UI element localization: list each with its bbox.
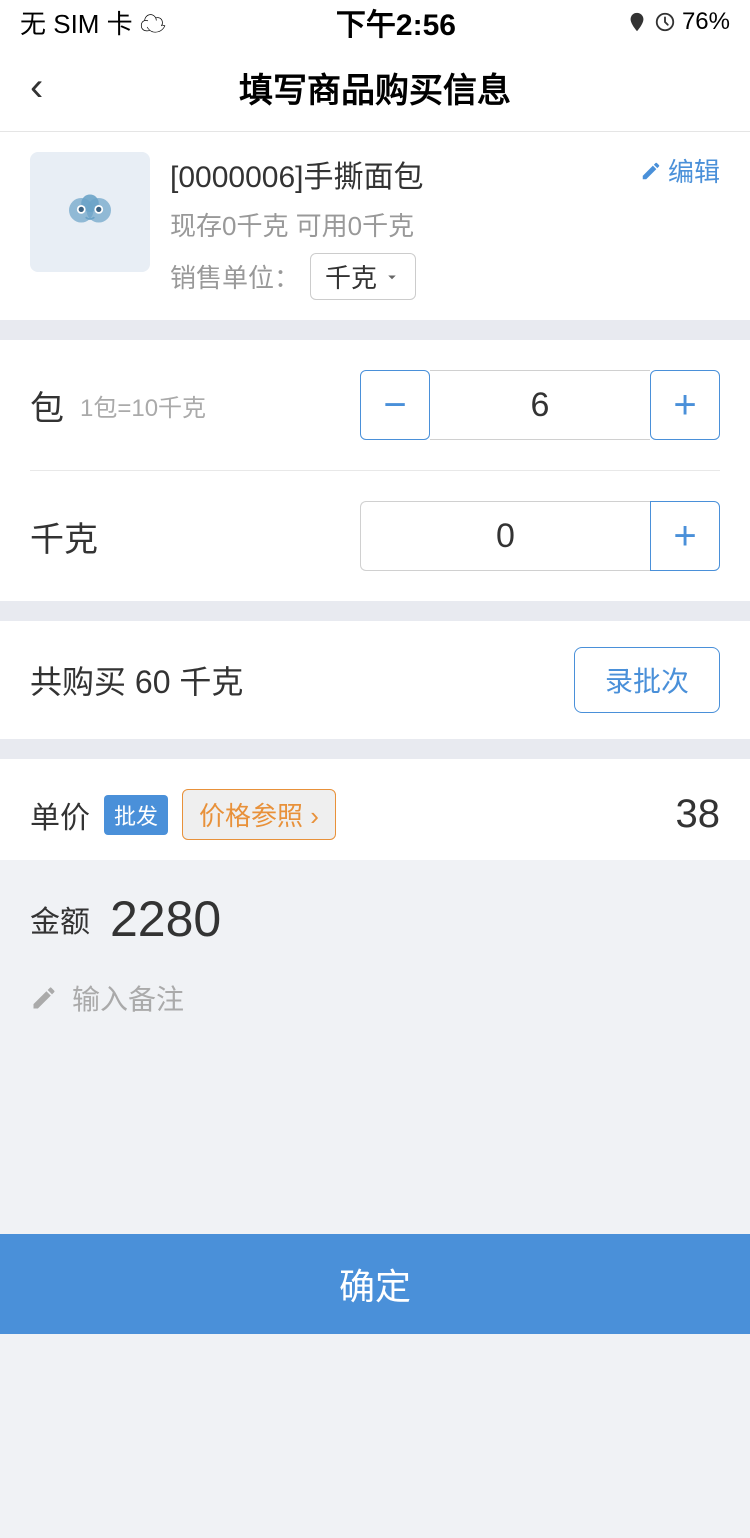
total-text: 共购买 60 千克	[30, 657, 243, 703]
price-value: 38	[676, 792, 721, 837]
kg-label: 千克	[30, 512, 98, 561]
note-row[interactable]: 输入备注	[30, 968, 720, 1028]
kg-input[interactable]	[360, 501, 650, 571]
status-left: 无 SIM 卡 ☁	[20, 4, 166, 41]
amount-value: 2280	[110, 890, 221, 948]
edit-icon	[640, 160, 662, 182]
product-unit: 销售单位： 千克	[170, 253, 720, 300]
kg-control: +	[360, 501, 720, 571]
bao-input[interactable]	[430, 370, 650, 440]
bao-row: 包 1包=10千克 − +	[30, 340, 720, 471]
amount-row: 金额 2280	[30, 890, 720, 948]
kg-plus-button[interactable]: +	[650, 501, 720, 571]
bao-minus-button[interactable]: −	[360, 370, 430, 440]
battery-level: 76%	[682, 8, 730, 36]
status-time: 下午2:56	[336, 0, 456, 44]
note-placeholder: 输入备注	[72, 978, 184, 1018]
product-info: [0000006]手撕面包 编辑 现存0千克 可用0千克 销售单位： 千克	[170, 152, 720, 300]
page-title: 填写商品购买信息	[239, 63, 511, 112]
amount-label: 金额	[30, 897, 90, 941]
chevron-down-icon	[383, 268, 401, 286]
product-logo	[55, 177, 125, 247]
divider-1	[0, 320, 750, 340]
edit-button[interactable]: 编辑	[640, 152, 720, 189]
bao-plus-button[interactable]: +	[650, 370, 720, 440]
back-button[interactable]: ‹	[30, 65, 43, 110]
unit-dropdown[interactable]: 千克	[310, 253, 416, 300]
batch-button[interactable]: 录批次	[574, 647, 720, 713]
product-card: [0000006]手撕面包 编辑 现存0千克 可用0千克 销售单位： 千克	[0, 132, 750, 320]
quantity-section: 包 1包=10千克 − + 千克 +	[0, 340, 750, 601]
total-row: 共购买 60 千克 录批次	[0, 621, 750, 739]
kg-row: 千克 +	[30, 471, 720, 601]
price-section: 单价 批发 价格参照 › 38	[0, 759, 750, 860]
product-image	[30, 152, 150, 272]
bao-label: 包 1包=10千克	[30, 381, 206, 430]
price-ref-button[interactable]: 价格参照 ›	[182, 789, 336, 840]
price-tag: 批发	[104, 795, 168, 835]
divider-3	[0, 739, 750, 759]
confirm-button[interactable]: 确定	[0, 1234, 750, 1334]
bao-hint: 1包=10千克	[80, 388, 206, 423]
status-bar: 无 SIM 卡 ☁ 下午2:56 76%	[0, 0, 750, 44]
price-row: 单价 批发 价格参照 › 38	[30, 789, 720, 840]
location-icon	[626, 11, 648, 33]
price-left: 单价 批发 价格参照 ›	[30, 789, 336, 840]
divider-2	[0, 601, 750, 621]
alarm-icon	[654, 11, 676, 33]
confirm-label: 确定	[339, 1258, 411, 1310]
product-name: [0000006]手撕面包	[170, 152, 423, 196]
edit-note-icon	[30, 984, 58, 1012]
price-label: 单价	[30, 793, 90, 837]
edit-label: 编辑	[668, 152, 720, 189]
bao-control: − +	[360, 370, 720, 440]
amount-section: 金额 2280 输入备注	[0, 860, 750, 1038]
nav-bar: ‹ 填写商品购买信息	[0, 44, 750, 132]
product-stock: 现存0千克 可用0千克	[170, 206, 720, 243]
status-right: 76%	[626, 8, 730, 36]
